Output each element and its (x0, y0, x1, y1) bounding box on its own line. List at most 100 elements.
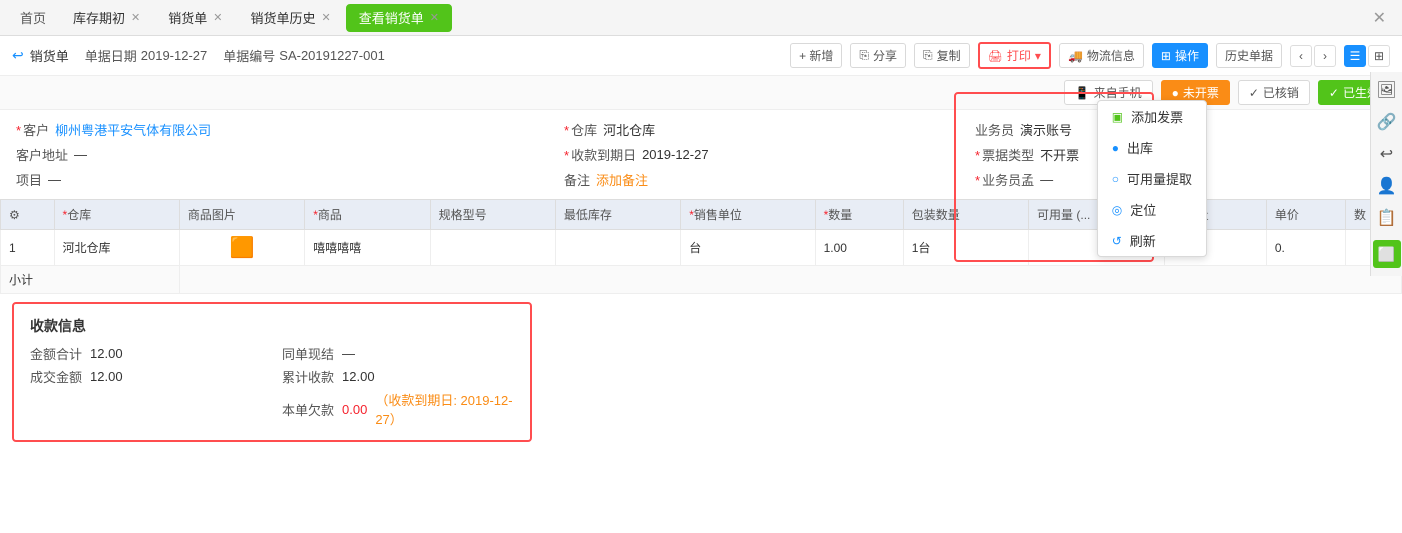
dropdown-locate[interactable]: ◎ 定位 (1098, 194, 1206, 225)
tab-inventory[interactable]: 库存期初 ✕ (60, 4, 153, 32)
print-btn[interactable]: 🖨 打印 ▾ (978, 42, 1051, 69)
view-toggle: ☰ ⊞ (1344, 45, 1390, 67)
th-qty: 数量 (815, 200, 903, 230)
warehouse-value: 河北仓库 (603, 120, 655, 139)
bizstaff-value: — (1040, 172, 1053, 187)
print-icon: 🖨 (988, 49, 1003, 63)
staff-value: 演示账号 (1020, 120, 1072, 139)
refresh-icon: ↺ (1112, 234, 1122, 248)
deal-amount-row: 成交金额 12.00 (30, 367, 262, 386)
nav-arrows: ‹ › (1290, 45, 1336, 67)
duedate-label: 收款到期日 (564, 145, 636, 164)
total-collected-row: 累计收款 12.00 (282, 367, 514, 386)
tab-sales-history[interactable]: 销货单历史 ✕ (237, 4, 343, 32)
doc-meta: 单据日期 2019-12-27 单据编号 SA-20191227-001 (85, 46, 385, 65)
warehouse-field: 仓库 河北仓库 (564, 120, 975, 139)
print-dropdown-arrow: ▾ (1035, 49, 1041, 63)
total-collected-label: 累计收款 (282, 367, 334, 386)
tab-sales-close[interactable]: ✕ (213, 11, 222, 24)
amount-total-value: 12.00 (90, 346, 123, 361)
tab-view-sales-close[interactable]: ✕ (430, 11, 439, 24)
th-warehouse: 仓库 (54, 200, 179, 230)
tab-view-sales[interactable]: 查看销货单 ✕ (346, 4, 452, 32)
sidebar-icon-2[interactable]: 🔗 (1377, 112, 1397, 132)
grid-view-btn[interactable]: ⊞ (1368, 45, 1390, 67)
tab-home[interactable]: 首页 (8, 4, 58, 32)
ops-btn[interactable]: ⊞ 操作 (1152, 43, 1208, 68)
cell-minstock (555, 230, 680, 266)
share-icon: ⎘ (859, 48, 869, 63)
project-value: — (48, 172, 61, 187)
logistics-btn[interactable]: 🚚 物流信息 (1059, 43, 1144, 68)
bottom-info-box: 收款信息 金额合计 12.00 同单现结 — 成交金额 12.00 累计收款 1… (12, 302, 532, 442)
new-btn[interactable]: + 新增 (790, 43, 842, 68)
address-field: 客户地址 — (16, 145, 564, 164)
outbound-icon: ● (1112, 141, 1119, 155)
sidebar-icon-1[interactable]: 🖼 (1376, 80, 1396, 100)
add-invoice-icon: ▣ (1112, 110, 1123, 124)
duedate-field: 收款到期日 2019-12-27 (564, 145, 975, 164)
locate-label: 定位 (1130, 200, 1156, 219)
available-extract-label: 可用量提取 (1127, 169, 1192, 188)
tab-bar: 首页 库存期初 ✕ 销货单 ✕ 销货单历史 ✕ 查看销货单 ✕ ✕ (0, 0, 1402, 36)
remark-field: 备注 添加备注 (564, 170, 975, 189)
bizstaff-label: 业务员孟 (975, 170, 1034, 189)
amount-total-label: 金额合计 (30, 344, 82, 363)
prev-btn[interactable]: ‹ (1290, 45, 1312, 67)
sidebar-expand-btn[interactable]: ⬜ (1373, 240, 1401, 268)
total-collected-value: 12.00 (342, 369, 375, 384)
th-settings[interactable]: ⚙ (1, 200, 55, 230)
ops-dropdown-menu: ▣ 添加发票 ● 出库 ○ 可用量提取 ◎ 定位 ↺ 刷新 (1097, 100, 1207, 257)
subtotal-row: 小计 (1, 266, 1402, 294)
sidebar-icon-4[interactable]: 👤 (1377, 176, 1397, 196)
same-order-settle-row: 同单现结 — (282, 344, 514, 363)
next-btn[interactable]: › (1314, 45, 1336, 67)
right-sidebar: 🖼 🔗 ↩ 👤 📋 ⬜ (1370, 72, 1402, 276)
project-field: 项目 — (16, 170, 564, 189)
tab-sales-history-close[interactable]: ✕ (322, 11, 331, 24)
tab-sales[interactable]: 销货单 ✕ (155, 4, 235, 32)
cell-image: 🟧 (179, 230, 304, 266)
th-price: 单价 (1266, 200, 1345, 230)
close-window-btn[interactable]: ✕ (1365, 8, 1394, 28)
tickettype-label: 票据类型 (975, 145, 1034, 164)
check-icon: ✓ (1249, 86, 1259, 100)
deal-amount-label: 成交金额 (30, 367, 82, 386)
list-view-btn[interactable]: ☰ (1344, 45, 1366, 67)
bottom-info-title: 收款信息 (30, 316, 514, 336)
dropdown-add-invoice[interactable]: ▣ 添加发票 (1098, 101, 1206, 132)
placeholder-row (30, 390, 262, 428)
customer-field: 客户 柳州粤港平安气体有限公司 (16, 120, 564, 139)
sidebar-icon-3[interactable]: ↩ (1380, 144, 1393, 164)
add-remark-btn[interactable]: 添加备注 (596, 170, 648, 189)
th-minstock: 最低库存 (555, 200, 680, 230)
copy-icon: ⎘ (923, 48, 933, 63)
dropdown-available-extract[interactable]: ○ 可用量提取 (1098, 163, 1206, 194)
tab-inventory-close[interactable]: ✕ (131, 11, 140, 24)
date-label: 单据日期 2019-12-27 (85, 46, 208, 65)
copy-btn[interactable]: ⎘ 复制 (914, 43, 970, 68)
dropdown-outbound[interactable]: ● 出库 (1098, 132, 1206, 163)
cell-packqty: 1台 (903, 230, 1028, 266)
th-image: 商品图片 (179, 200, 304, 230)
cell-unit: 台 (681, 230, 815, 266)
cell-qty: 1.00 (815, 230, 903, 266)
th-packqty: 包装数量 (903, 200, 1028, 230)
effect-icon: ✓ (1329, 86, 1339, 100)
confirm-btn[interactable]: ✓ 已核销 (1238, 80, 1310, 105)
sidebar-icon-5[interactable]: 📋 (1377, 208, 1397, 228)
doc-header: ↩ 销货单 单据日期 2019-12-27 单据编号 SA-20191227-0… (0, 36, 1402, 76)
current-debt-extra: （收款到期日: 2019-12-27） (375, 390, 514, 428)
current-debt-value: 0.00 (342, 402, 367, 417)
staff-label: 业务员 (975, 120, 1014, 139)
refresh-label: 刷新 (1130, 231, 1156, 250)
product-thumbnail: 🟧 (230, 237, 255, 259)
same-order-settle-value: — (342, 346, 355, 361)
remark-label: 备注 (564, 170, 590, 189)
history-btn[interactable]: 历史单据 (1216, 43, 1282, 68)
amount-total-row: 金额合计 12.00 (30, 344, 262, 363)
customer-value[interactable]: 柳州粤港平安气体有限公司 (55, 120, 211, 139)
share-btn[interactable]: ⎘ 分享 (850, 43, 906, 68)
dropdown-refresh[interactable]: ↺ 刷新 (1098, 225, 1206, 256)
address-label: 客户地址 (16, 145, 68, 164)
